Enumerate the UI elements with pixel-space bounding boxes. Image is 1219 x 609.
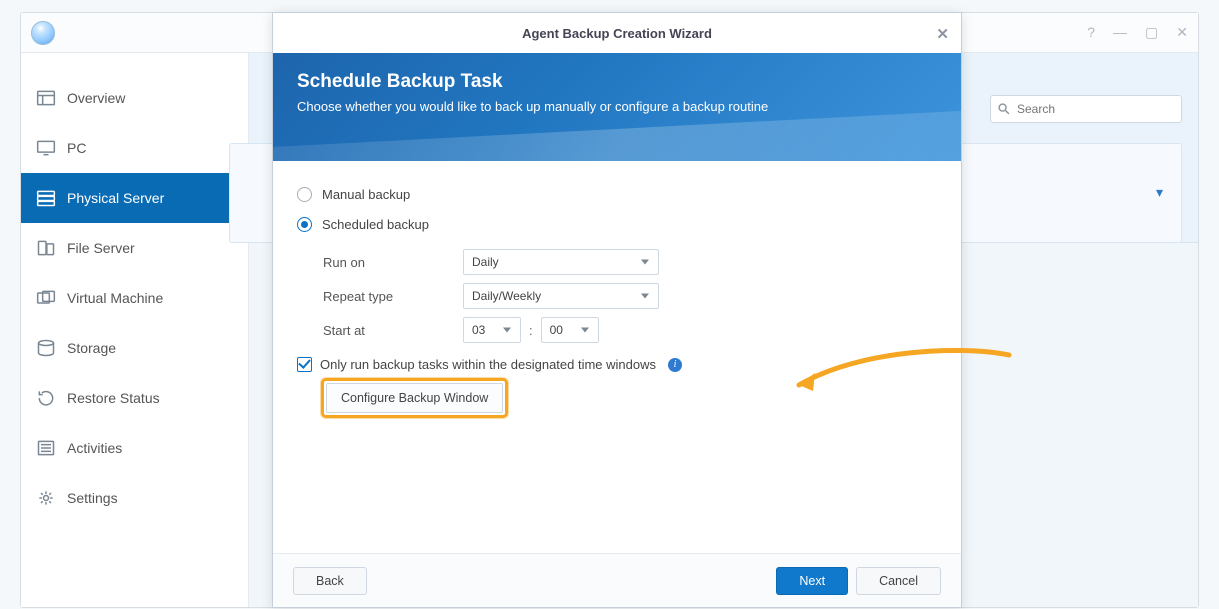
radio-label: Manual backup — [322, 187, 410, 202]
wizard-body: Manual backup Scheduled backup Run on Da… — [273, 161, 961, 436]
sidebar-item-label: Storage — [67, 340, 116, 356]
close-app-icon[interactable]: ✕ — [1176, 24, 1188, 41]
radio-icon — [297, 187, 312, 202]
configure-backup-window-button[interactable]: Configure Backup Window — [326, 383, 503, 413]
radio-icon — [297, 217, 312, 232]
help-icon[interactable]: ? — [1087, 24, 1095, 41]
search-input[interactable] — [1017, 102, 1175, 116]
repeat-type-label: Repeat type — [323, 289, 463, 304]
sidebar-item-storage[interactable]: Storage — [21, 323, 248, 373]
wizard-header: Schedule Backup Task Choose whether you … — [273, 53, 961, 161]
sidebar-item-label: Restore Status — [67, 390, 160, 406]
sidebar-item-activities[interactable]: Activities — [21, 423, 248, 473]
pc-icon — [35, 139, 57, 157]
run-on-label: Run on — [323, 255, 463, 270]
sidebar-item-label: Activities — [67, 440, 122, 456]
run-on-select[interactable]: Daily — [463, 249, 659, 275]
start-at-label: Start at — [323, 323, 463, 338]
storage-icon — [35, 339, 57, 357]
wizard-header-subtitle: Choose whether you would like to back up… — [297, 99, 937, 114]
file-server-icon — [35, 239, 57, 257]
gear-icon — [35, 489, 57, 507]
sidebar-item-label: Settings — [67, 490, 118, 506]
wizard-title: Agent Backup Creation Wizard — [522, 26, 712, 41]
sidebar-item-label: Physical Server — [67, 190, 164, 206]
sidebar-item-file-server[interactable]: File Server — [21, 223, 248, 273]
maximize-icon[interactable]: ▢ — [1145, 24, 1158, 41]
app-logo-icon — [31, 21, 55, 45]
configure-backup-highlight: Configure Backup Window — [321, 378, 508, 418]
time-colon: : — [529, 323, 533, 338]
server-icon — [35, 189, 57, 207]
wizard-modal: Agent Backup Creation Wizard ✕ Schedule … — [272, 12, 962, 608]
checkbox-icon — [297, 357, 312, 372]
schedule-subform: Run on Daily Repeat type Daily/Weekly St… — [323, 245, 937, 347]
next-button[interactable]: Next — [776, 567, 848, 595]
sidebar-item-label: Virtual Machine — [67, 290, 163, 306]
back-button[interactable]: Back — [293, 567, 367, 595]
wizard-titlebar: Agent Backup Creation Wizard ✕ — [273, 13, 961, 53]
sidebar-item-settings[interactable]: Settings — [21, 473, 248, 523]
sidebar-item-pc[interactable]: PC — [21, 123, 248, 173]
sidebar-item-overview[interactable]: Overview — [21, 73, 248, 123]
sidebar-item-restore-status[interactable]: Restore Status — [21, 373, 248, 423]
sidebar: Overview PC Physical Server File Server … — [21, 53, 249, 607]
activities-icon — [35, 439, 57, 457]
wizard-footer: Back Next Cancel — [273, 553, 961, 607]
search-icon — [997, 102, 1011, 116]
sidebar-item-virtual-machine[interactable]: Virtual Machine — [21, 273, 248, 323]
start-hour-select[interactable]: 03 — [463, 317, 521, 343]
search-box[interactable] — [990, 95, 1182, 123]
vm-icon — [35, 289, 57, 307]
close-icon[interactable]: ✕ — [936, 25, 949, 43]
sidebar-item-label: Overview — [67, 90, 125, 106]
minimize-icon[interactable]: — — [1113, 24, 1127, 41]
sidebar-item-label: File Server — [67, 240, 135, 256]
checkbox-label: Only run backup tasks within the designa… — [320, 357, 656, 372]
start-minute-select[interactable]: 00 — [541, 317, 599, 343]
radio-manual[interactable]: Manual backup — [297, 179, 937, 209]
info-icon[interactable]: i — [668, 358, 682, 372]
cancel-button[interactable]: Cancel — [856, 567, 941, 595]
restore-icon — [35, 389, 57, 407]
chevron-down-icon: ▾ — [1156, 184, 1163, 201]
repeat-type-select[interactable]: Daily/Weekly — [463, 283, 659, 309]
wizard-header-title: Schedule Backup Task — [297, 71, 937, 93]
window-controls: ? — ▢ ✕ — [1087, 24, 1188, 41]
overview-icon — [35, 89, 57, 107]
radio-scheduled[interactable]: Scheduled backup — [297, 209, 937, 239]
radio-label: Scheduled backup — [322, 217, 429, 232]
sidebar-item-physical-server[interactable]: Physical Server — [21, 173, 248, 223]
backup-window-checkbox-row[interactable]: Only run backup tasks within the designa… — [297, 357, 937, 372]
sidebar-item-label: PC — [67, 140, 86, 156]
